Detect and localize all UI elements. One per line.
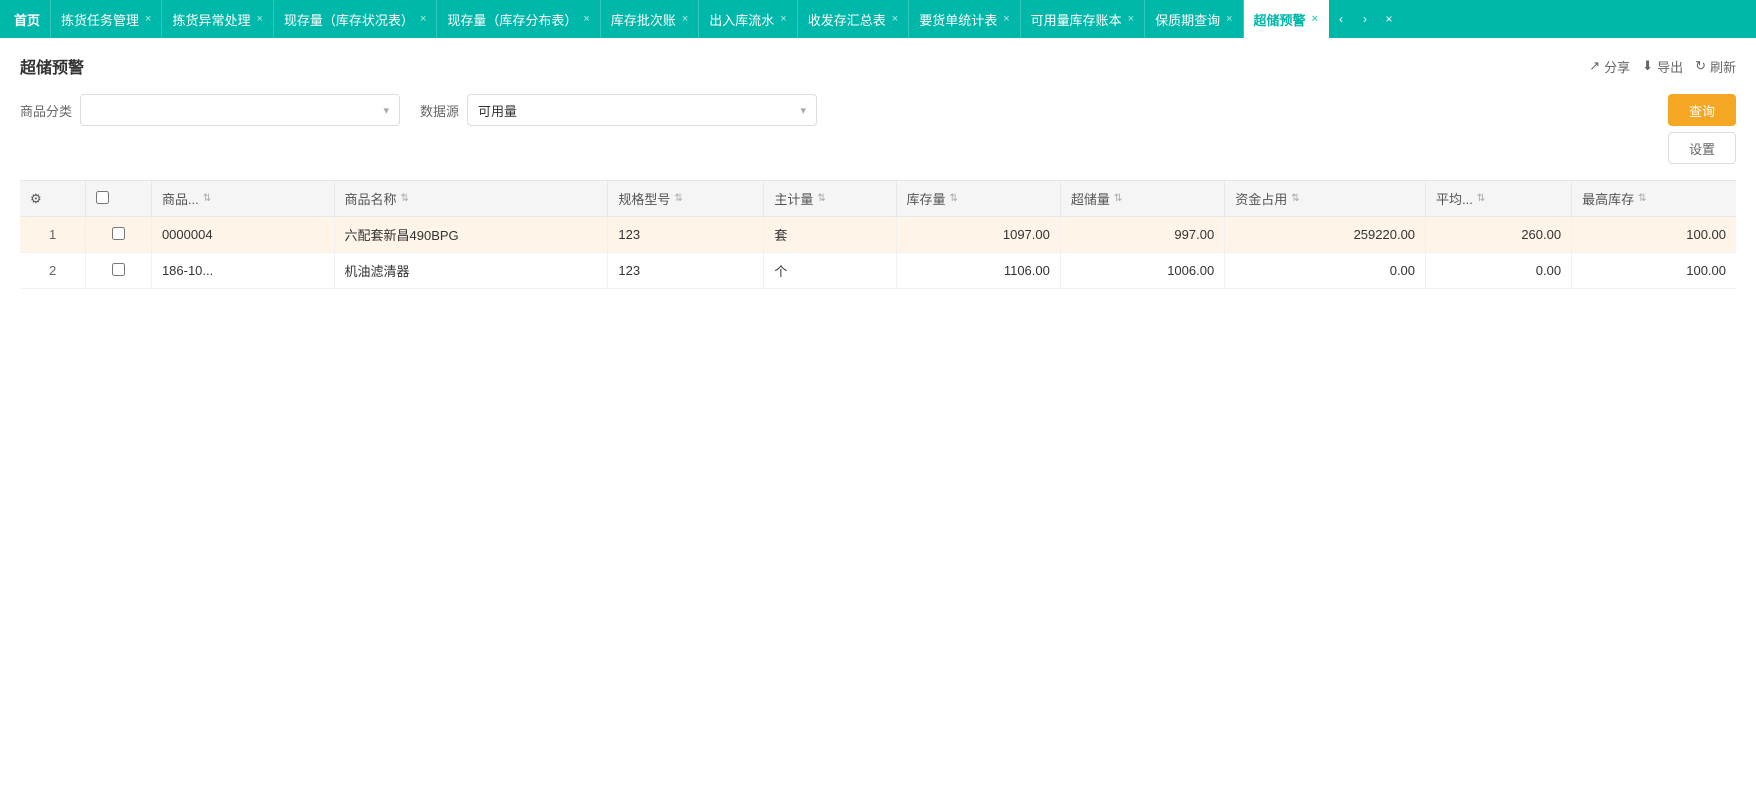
- refresh-icon: ↻: [1695, 58, 1706, 74]
- nav-tab-7[interactable]: 收发存汇总表 ×: [798, 0, 909, 38]
- datasource-select[interactable]: 可用量 ▾: [467, 94, 817, 126]
- main-content: 超储预警 ↗ 分享 ⬇ 导出 ↻ 刷新 商品分类 ▾ 数据源: [0, 38, 1756, 800]
- row-checkbox[interactable]: [112, 227, 125, 240]
- nav-tab-8[interactable]: 要货单统计表 ×: [909, 0, 1020, 38]
- row-stock: 1097.00: [896, 217, 1060, 253]
- sort-icon: ⇅: [1477, 193, 1485, 204]
- top-nav: 首页 拣货任务管理 × 拣货异常处理 × 现存量（库存状况表） × 现存量（库存…: [0, 0, 1756, 38]
- row-checkbox-cell[interactable]: [86, 253, 152, 289]
- share-button[interactable]: ↗ 分享: [1589, 57, 1630, 76]
- th-stock[interactable]: 库存量 ⇅: [896, 181, 1060, 217]
- nav-next-button[interactable]: ›: [1353, 0, 1377, 38]
- row-stock: 1106.00: [896, 253, 1060, 289]
- table-row: 1 0000004 六配套新昌490BPG 123 套 1097.00 997.…: [20, 217, 1736, 253]
- close-icon[interactable]: ×: [256, 13, 262, 25]
- close-icon[interactable]: ×: [682, 13, 688, 25]
- nav-tab-9[interactable]: 可用量库存账本 ×: [1021, 0, 1145, 38]
- th-capital[interactable]: 资金占用 ⇅: [1225, 181, 1426, 217]
- th-over[interactable]: 超储量 ⇅: [1060, 181, 1224, 217]
- page-title: 超储预警: [20, 54, 84, 78]
- query-button[interactable]: 查询: [1668, 94, 1736, 126]
- nav-prev-button[interactable]: ‹: [1329, 0, 1353, 38]
- row-spec: 123: [608, 253, 764, 289]
- gear-icon: ⚙: [30, 191, 42, 206]
- table-header-row: ⚙ 商品... ⇅ 商品名称 ⇅: [20, 181, 1736, 217]
- row-max: 100.00: [1572, 217, 1736, 253]
- row-name: 机油滤清器: [334, 253, 608, 289]
- chevron-down-icon: ▾: [383, 104, 389, 117]
- close-icon[interactable]: ×: [583, 13, 589, 25]
- sort-icon: ⇅: [1291, 193, 1299, 204]
- gear-settings-header[interactable]: ⚙: [20, 181, 86, 217]
- close-icon[interactable]: ×: [892, 13, 898, 25]
- row-capital: 259220.00: [1225, 217, 1426, 253]
- sort-icon: ⇅: [203, 193, 211, 204]
- row-checkbox[interactable]: [112, 263, 125, 276]
- row-max: 100.00: [1572, 253, 1736, 289]
- nav-tab-5[interactable]: 库存批次账 ×: [601, 0, 699, 38]
- close-icon[interactable]: ×: [780, 13, 786, 25]
- th-max[interactable]: 最高库存 ⇅: [1572, 181, 1736, 217]
- select-all-checkbox[interactable]: [96, 191, 109, 204]
- nav-tab-6[interactable]: 出入库流水 ×: [699, 0, 797, 38]
- row-unit: 个: [764, 253, 896, 289]
- datasource-value: 可用量: [478, 101, 517, 120]
- page-header: 超储预警 ↗ 分享 ⬇ 导出 ↻ 刷新: [20, 54, 1736, 78]
- settings-button[interactable]: 设置: [1668, 132, 1736, 164]
- nav-tab-1[interactable]: 拣货任务管理 ×: [51, 0, 162, 38]
- close-icon[interactable]: ×: [1312, 13, 1318, 25]
- close-icon[interactable]: ×: [1226, 13, 1232, 25]
- row-avg: 260.00: [1426, 217, 1572, 253]
- sort-icon: ⇅: [950, 193, 958, 204]
- data-table: ⚙ 商品... ⇅ 商品名称 ⇅: [20, 180, 1736, 289]
- category-label: 商品分类: [20, 101, 72, 120]
- row-unit: 套: [764, 217, 896, 253]
- category-filter: 商品分类 ▾: [20, 94, 400, 126]
- nav-more-button[interactable]: ×: [1377, 0, 1401, 38]
- close-icon[interactable]: ×: [1128, 13, 1134, 25]
- nav-tab-active[interactable]: 超储预警 ×: [1244, 0, 1329, 38]
- row-index: 2: [20, 253, 86, 289]
- sort-icon: ⇅: [401, 193, 409, 204]
- close-icon[interactable]: ×: [145, 13, 151, 25]
- row-avg: 0.00: [1426, 253, 1572, 289]
- chevron-down-icon: ▾: [801, 104, 807, 117]
- datasource-label: 数据源: [420, 101, 459, 120]
- nav-tab-4[interactable]: 现存量（库存分布表） ×: [437, 0, 600, 38]
- refresh-button[interactable]: ↻ 刷新: [1695, 57, 1736, 76]
- row-over: 997.00: [1060, 217, 1224, 253]
- th-unit[interactable]: 主计量 ⇅: [764, 181, 896, 217]
- th-code[interactable]: 商品... ⇅: [151, 181, 334, 217]
- sort-icon: ⇅: [1114, 193, 1122, 204]
- table-row: 2 186-10... 机油滤清器 123 个 1106.00 1006.00 …: [20, 253, 1736, 289]
- select-all-header[interactable]: [86, 181, 152, 217]
- sort-icon: ⇅: [674, 193, 682, 204]
- export-button[interactable]: ⬇ 导出: [1642, 57, 1683, 76]
- datasource-filter: 数据源 可用量 ▾: [420, 94, 817, 126]
- th-name[interactable]: 商品名称 ⇅: [334, 181, 608, 217]
- th-avg[interactable]: 平均... ⇅: [1426, 181, 1572, 217]
- row-code: 0000004: [151, 217, 334, 253]
- row-spec: 123: [608, 217, 764, 253]
- row-index: 1: [20, 217, 86, 253]
- sort-icon: ⇅: [817, 193, 825, 204]
- category-select[interactable]: ▾: [80, 94, 400, 126]
- nav-tab-10[interactable]: 保质期查询 ×: [1145, 0, 1243, 38]
- nav-tab-3[interactable]: 现存量（库存状况表） ×: [274, 0, 437, 38]
- nav-tab-home[interactable]: 首页: [4, 0, 51, 38]
- header-actions: ↗ 分享 ⬇ 导出 ↻ 刷新: [1589, 57, 1736, 76]
- close-icon[interactable]: ×: [1003, 13, 1009, 25]
- th-spec[interactable]: 规格型号 ⇅: [608, 181, 764, 217]
- close-icon[interactable]: ×: [420, 13, 426, 25]
- row-capital: 0.00: [1225, 253, 1426, 289]
- share-icon: ↗: [1589, 58, 1600, 74]
- row-name: 六配套新昌490BPG: [334, 217, 608, 253]
- sort-icon: ⇅: [1638, 193, 1646, 204]
- row-checkbox-cell[interactable]: [86, 217, 152, 253]
- row-over: 1006.00: [1060, 253, 1224, 289]
- row-code: 186-10...: [151, 253, 334, 289]
- export-icon: ⬇: [1642, 58, 1653, 74]
- nav-tab-2[interactable]: 拣货异常处理 ×: [162, 0, 273, 38]
